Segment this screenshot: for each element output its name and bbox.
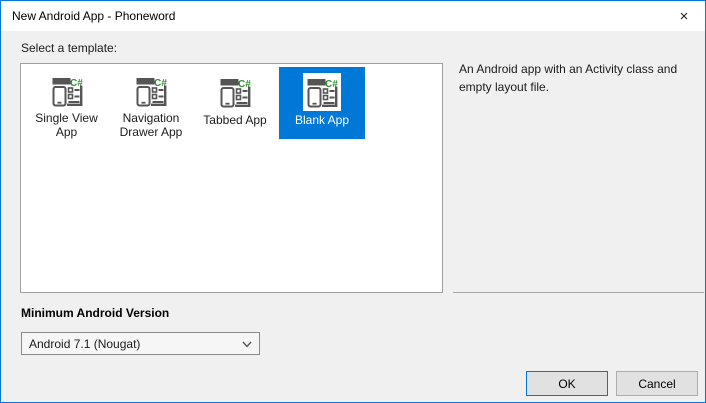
android-csharp-template-icon: C#	[303, 73, 341, 111]
template-tiles: C# Single View App C# Navigation Drawer …	[22, 67, 365, 139]
ok-button[interactable]: OK	[526, 371, 608, 396]
chevron-down-icon	[242, 341, 252, 348]
title-bar: New Android App - Phoneword ×	[1, 1, 705, 31]
template-item-blank-app[interactable]: C# Blank App	[279, 67, 365, 139]
new-android-app-dialog: New Android App - Phoneword × Select a t…	[0, 0, 706, 403]
cancel-button[interactable]: Cancel	[616, 371, 698, 396]
select-template-label: Select a template:	[21, 41, 118, 55]
dropdown-selected-value: Android 7.1 (Nougat)	[29, 336, 141, 351]
android-csharp-template-icon: C#	[47, 73, 86, 109]
template-item-label: Tabbed App	[203, 113, 267, 127]
description-separator	[453, 292, 704, 293]
dialog-title: New Android App - Phoneword	[12, 9, 176, 23]
template-list: C# Single View App C# Navigation Drawer …	[20, 63, 443, 293]
template-item-label: Navigation Drawer App	[119, 111, 183, 139]
close-icon[interactable]: ×	[663, 1, 705, 31]
template-item-label: Single View App	[35, 111, 98, 139]
template-item-tabbed-app[interactable]: C# Tabbed App	[191, 67, 279, 139]
android-csharp-template-icon: C#	[216, 73, 254, 111]
template-item-single-view-app[interactable]: C# Single View App	[22, 67, 111, 139]
template-description: An Android app with an Activity class an…	[459, 62, 678, 94]
android-csharp-template-icon: C#	[132, 73, 170, 109]
minimum-android-version-label: Minimum Android Version	[21, 306, 170, 320]
template-item-navigation-drawer-app[interactable]: C# Navigation Drawer App	[111, 67, 191, 139]
minimum-android-version-dropdown[interactable]: Android 7.1 (Nougat)	[21, 332, 260, 355]
template-item-label: Blank App	[294, 113, 350, 127]
